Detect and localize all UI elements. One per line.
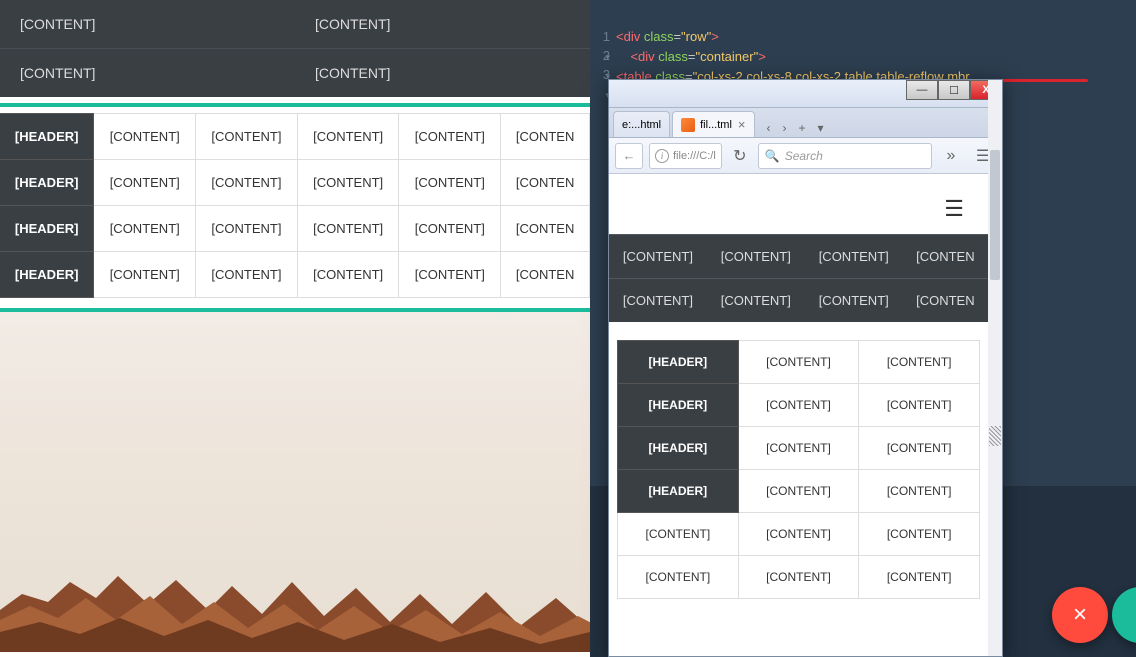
hamburger-icon[interactable]: ☰ <box>944 196 964 222</box>
table-row: [CONTENT][CONTENT][CONTENT] <box>618 556 980 599</box>
titlebar[interactable]: — ☐ X <box>609 80 1002 108</box>
table-row: [HEADER][CONTENT][CONTENT][CONTENT][CONT… <box>0 160 590 206</box>
scrollbar-thumb[interactable] <box>990 150 1000 280</box>
scrollbar[interactable] <box>988 80 1002 656</box>
url-text: file:///C:/l <box>673 150 716 162</box>
header-cell: [HEADER] <box>0 206 94 252</box>
tab-label: fil...tml <box>700 119 732 131</box>
tab-menu-icon[interactable]: ▾ <box>814 119 828 137</box>
left-preview-page: [CONTENT][CONTENT] [CONTENT][CONTENT] [H… <box>0 0 590 657</box>
table-row: [HEADER][CONTENT][CONTENT][CONTENT][CONT… <box>0 252 590 298</box>
favicon-icon <box>681 118 695 132</box>
mini-light-table: [HEADER][CONTENT][CONTENT] [HEADER][CONT… <box>617 340 980 599</box>
tab-close-icon[interactable]: × <box>738 117 746 132</box>
tab-bar: e:...html fil...tml × ‹ › + ▾ <box>609 108 1002 138</box>
cell: [CONTENT] <box>295 0 590 49</box>
nav-toolbar: ← ifile:///C:/l ↻ 🔍Search » ☰ <box>609 138 1002 174</box>
code-gutter: 1 ▾ 2 ▾ 3 ▾ <box>596 27 610 84</box>
header-cell: [HEADER] <box>0 252 94 298</box>
header-cell: [HEADER] <box>0 160 94 206</box>
table-row: [HEADER][CONTENT][CONTENT] <box>618 341 980 384</box>
table-row: [HEADER][CONTENT][CONTENT][CONTENT][CONT… <box>0 114 590 160</box>
teal-divider <box>0 103 590 107</box>
mini-dark-table: [CONTENT][CONTENT][CONTENT][CONTEN [CONT… <box>609 234 988 322</box>
light-table: [HEADER][CONTENT][CONTENT][CONTENT][CONT… <box>0 113 590 298</box>
cell: [CONTENT] <box>0 0 295 49</box>
hero-image <box>0 312 590 652</box>
tab-history-fwd-icon[interactable]: › <box>779 119 791 137</box>
info-icon[interactable]: i <box>655 149 669 163</box>
tab-inactive[interactable]: e:...html <box>613 111 670 137</box>
table-row: [HEADER][CONTENT][CONTENT] <box>618 470 980 513</box>
table-row: [CONTENT][CONTENT] <box>0 0 590 49</box>
refresh-button[interactable]: ↻ <box>728 143 752 169</box>
table-row: [HEADER][CONTENT][CONTENT] <box>618 384 980 427</box>
minimize-button[interactable]: — <box>906 80 938 100</box>
table-row: [CONTENT][CONTENT][CONTENT] <box>618 513 980 556</box>
tab-label: e:...html <box>622 119 661 131</box>
scrollbar-hatch-icon <box>989 426 1001 446</box>
rocks-illustration <box>0 532 590 652</box>
table-row: [HEADER][CONTENT][CONTENT][CONTENT][CONT… <box>0 206 590 252</box>
search-icon: 🔍 <box>765 149 780 163</box>
tab-active[interactable]: fil...tml × <box>672 111 754 137</box>
table-row: [CONTENT][CONTENT][CONTENT][CONTEN <box>609 279 988 323</box>
header-cell: [HEADER] <box>0 114 94 160</box>
code-content[interactable]: <div class="row"> <div class="container"… <box>616 27 970 87</box>
fab-close-button[interactable]: × <box>1052 587 1108 643</box>
page-content: ☰ [CONTENT][CONTENT][CONTENT][CONTEN [CO… <box>609 174 988 656</box>
browser-window: — ☐ X e:...html fil...tml × ‹ › + ▾ ← ifi… <box>608 79 1003 657</box>
back-button[interactable]: ← <box>615 143 643 169</box>
dark-table: [CONTENT][CONTENT] [CONTENT][CONTENT] <box>0 0 590 97</box>
new-tab-icon[interactable]: + <box>795 119 810 137</box>
search-placeholder: Search <box>785 149 823 163</box>
table-row: [CONTENT][CONTENT][CONTENT][CONTEN <box>609 235 988 279</box>
overflow-button[interactable]: » <box>938 143 964 169</box>
table-row: [CONTENT][CONTENT] <box>0 49 590 98</box>
tab-history-back-icon[interactable]: ‹ <box>763 119 775 137</box>
cell: [CONTENT] <box>295 49 590 98</box>
search-input[interactable]: 🔍 Search <box>758 143 932 169</box>
table-row: [HEADER][CONTENT][CONTENT] <box>618 427 980 470</box>
address-bar[interactable]: i file:///C:/l <box>649 143 722 169</box>
maximize-button[interactable]: ☐ <box>938 80 970 100</box>
cell: [CONTENT] <box>0 49 295 98</box>
